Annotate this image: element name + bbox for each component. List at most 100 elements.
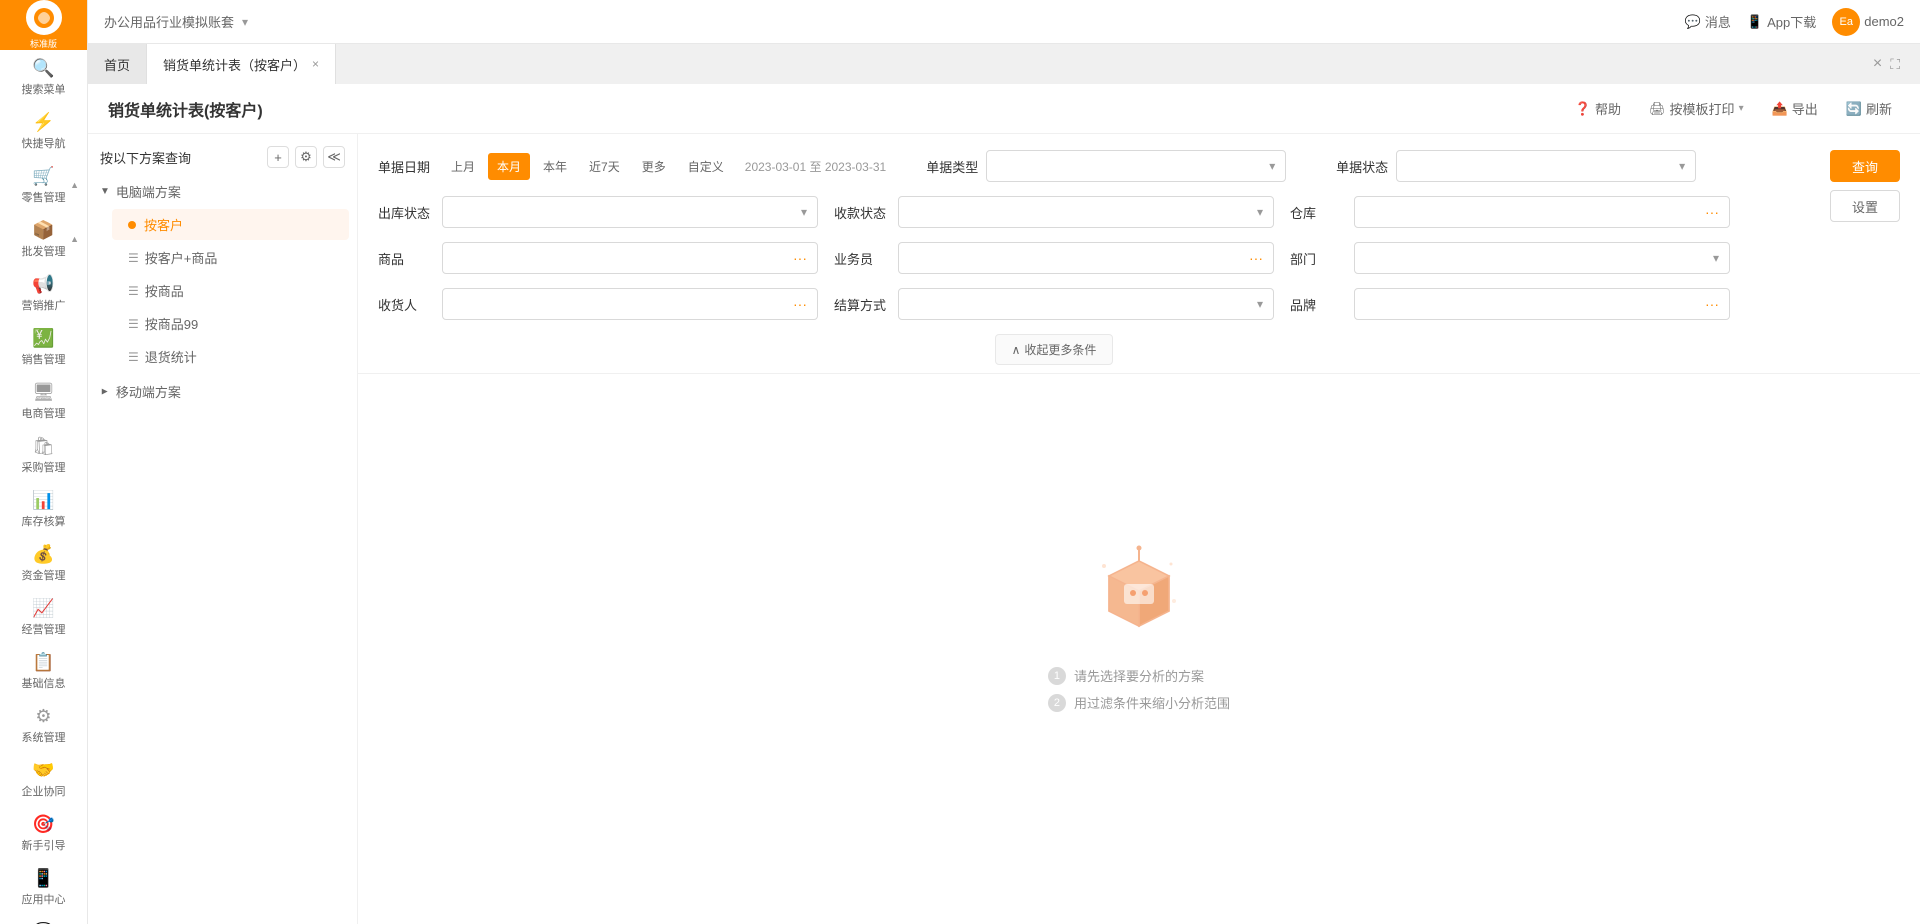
sidebar-item-marketing[interactable]: 📢 营销推广 <box>0 266 87 320</box>
date-btn-this-month[interactable]: 本月 <box>488 153 530 180</box>
help-button[interactable]: ❓ 帮助 <box>1567 95 1629 122</box>
tab-bar: 首页 销货单统计表（按客户） × × ⛶ <box>88 44 1920 84</box>
scheme-item-label: 退货统计 <box>145 347 197 366</box>
scheme-settings-button[interactable]: ⚙ <box>295 146 317 168</box>
goods-input[interactable]: ··· <box>442 242 818 274</box>
payment-method-label: 结算方式 <box>834 295 890 314</box>
salesperson-label: 业务员 <box>834 249 890 268</box>
operation-icon: 📈 <box>32 598 54 619</box>
sidebar-item-finance[interactable]: 💰 资金管理 <box>0 536 87 590</box>
scheme-section-mobile-title[interactable]: ▼ 移动端方案 <box>88 376 357 407</box>
brand-more-icon[interactable]: ··· <box>1705 296 1719 312</box>
recipient-input[interactable]: ··· <box>442 288 818 320</box>
tab-sales-stats[interactable]: 销货单统计表（按客户） × <box>147 44 336 84</box>
payment-status-dropdown: ▾ <box>1257 205 1263 219</box>
quicknav-icon: ⚡ <box>32 112 54 133</box>
sidebar-item-purchase[interactable]: 🛍 采购管理 <box>0 428 87 482</box>
department-input[interactable]: ▾ <box>1354 242 1730 274</box>
scheme-item-by-customer-goods[interactable]: ☰ 按客户+商品 <box>112 242 349 273</box>
scheme-collapse-button[interactable]: ≪ <box>323 146 345 168</box>
date-btn-last-7[interactable]: 近7天 <box>580 153 629 180</box>
sidebar-item-wechat[interactable]: 💬 企业微信 <box>0 914 87 924</box>
date-btn-more[interactable]: 更多 <box>633 153 675 180</box>
message-icon: 💬 <box>1685 14 1701 30</box>
date-btn-this-year[interactable]: 本年 <box>534 153 576 180</box>
user-menu[interactable]: Ea demo2 <box>1832 8 1904 36</box>
sidebar-item-basic[interactable]: 📋 基础信息 <box>0 644 87 698</box>
scheme-section-desktop-items: 按客户 ☰ 按客户+商品 ☰ 按商品 <box>88 209 357 372</box>
filter-item-warehouse: 仓库 ··· <box>1290 196 1730 228</box>
date-filter-row: 单据日期 上月 本月 本年 近7天 更多 自定义 2023-03-01 至 20… <box>378 150 1730 182</box>
sidebar-item-operation[interactable]: 📈 经营管理 <box>0 590 87 644</box>
goods-more-icon[interactable]: ··· <box>793 250 807 266</box>
date-label: 单据日期 <box>378 157 434 176</box>
tab-close-button[interactable]: × <box>312 57 319 71</box>
sidebar-item-cooperation[interactable]: 🤝 企业协同 <box>0 752 87 806</box>
sidebar-item-label: 采购管理 <box>22 459 66 475</box>
empty-tip-2: 2 用过滤条件来缩小分析范围 <box>1048 693 1230 712</box>
logo-icon <box>26 0 62 35</box>
filter-area: 单据日期 上月 本月 本年 近7天 更多 自定义 2023-03-01 至 20… <box>358 134 1830 365</box>
print-button[interactable]: 🖨 按模板打印 ▾ <box>1641 95 1752 122</box>
salesperson-more-icon[interactable]: ··· <box>1249 250 1263 266</box>
scheme-section-desktop-title[interactable]: ▼ 电脑端方案 <box>88 176 357 207</box>
warehouse-status-input[interactable]: ▾ <box>442 196 818 228</box>
scheme-item-by-goods[interactable]: ☰ 按商品 <box>112 275 349 306</box>
home-tab-label: 首页 <box>104 55 130 74</box>
collapse-button[interactable]: ∧ 收起更多条件 <box>995 334 1114 365</box>
scheme-item-by-goods-99[interactable]: ☰ 按商品99 <box>112 308 349 339</box>
sidebar-item-search[interactable]: 🔍 搜索菜单 <box>0 50 87 104</box>
filter-item-payment-status: 收款状态 ▾ <box>834 196 1274 228</box>
settings-button[interactable]: 设置 <box>1830 190 1900 222</box>
payment-method-dropdown: ▾ <box>1257 297 1263 311</box>
filter-row-1: 出库状态 ▾ 收款状态 <box>378 196 1730 228</box>
doc-status-input[interactable]: ▾ <box>1396 150 1696 182</box>
app-download-button[interactable]: 📱 App下载 <box>1747 12 1816 31</box>
payment-method-input[interactable]: ▾ <box>898 288 1274 320</box>
recipient-more-icon[interactable]: ··· <box>793 296 807 312</box>
sidebar-item-wholesale[interactable]: 📦 批发管理 ▲ <box>0 212 87 266</box>
export-button[interactable]: 📤 导出 <box>1764 95 1826 122</box>
message-button[interactable]: 💬 消息 <box>1685 12 1731 31</box>
workspace-dropdown-icon[interactable]: ▾ <box>242 15 248 29</box>
sidebar-item-inventory[interactable]: 📊 库存核算 <box>0 482 87 536</box>
sidebar-item-label: 系统管理 <box>22 729 66 745</box>
refresh-button[interactable]: 🔄 刷新 <box>1838 95 1900 122</box>
sidebar-item-sales[interactable]: 💹 销售管理 <box>0 320 87 374</box>
top-header: 办公用品行业模拟账套 ▾ 💬 消息 📱 App下载 Ea demo2 <box>88 0 1920 44</box>
brand-input[interactable]: ··· <box>1354 288 1730 320</box>
app-download-label: App下载 <box>1767 12 1816 31</box>
date-btn-custom[interactable]: 自定义 <box>679 153 733 180</box>
sidebar-item-system[interactable]: ⚙ 系统管理 <box>0 698 87 752</box>
help-label: 帮助 <box>1595 99 1621 118</box>
basic-icon: 📋 <box>32 652 54 673</box>
filter-item-brand: 品牌 ··· <box>1290 288 1730 320</box>
window-maximize-button[interactable]: ⛶ <box>1890 56 1900 73</box>
print-dropdown-icon: ▾ <box>1739 103 1744 114</box>
scheme-item-by-customer[interactable]: 按客户 <box>112 209 349 240</box>
doc-type-input[interactable]: ▾ <box>986 150 1286 182</box>
date-btn-last-month[interactable]: 上月 <box>442 153 484 180</box>
content-body: 按以下方案查询 + ⚙ ≪ ▼ 电脑端方案 <box>88 134 1920 924</box>
page-title: 销货单统计表(按客户) <box>108 97 263 121</box>
window-close-button[interactable]: × <box>1873 55 1882 73</box>
tab-home[interactable]: 首页 <box>88 44 147 84</box>
sidebar-item-quick-nav[interactable]: ⚡ 快捷导航 <box>0 104 87 158</box>
scheme-item-icon: ☰ <box>128 251 139 265</box>
sidebar-item-guide[interactable]: 🎯 新手引导 <box>0 806 87 860</box>
logo[interactable]: 标准版 <box>0 0 87 50</box>
payment-status-input[interactable]: ▾ <box>898 196 1274 228</box>
salesperson-input[interactable]: ··· <box>898 242 1274 274</box>
query-button[interactable]: 查询 <box>1830 150 1900 182</box>
scheme-add-button[interactable]: + <box>267 146 289 168</box>
warehouse-more-icon[interactable]: ··· <box>1705 204 1719 220</box>
brand-label: 品牌 <box>1290 295 1346 314</box>
warehouse-input[interactable]: ··· <box>1354 196 1730 228</box>
department-label: 部门 <box>1290 249 1346 268</box>
sidebar-item-app-center[interactable]: 📱 应用中心 <box>0 860 87 914</box>
avatar-initials: Ea <box>1840 16 1853 28</box>
sidebar-item-ecommerce[interactable]: 🖥 电商管理 <box>0 374 87 428</box>
header-right: 💬 消息 📱 App下载 Ea demo2 <box>1685 8 1904 36</box>
scheme-item-return-stats[interactable]: ☰ 退货统计 <box>112 341 349 372</box>
sidebar-item-retail[interactable]: 🛒 零售管理 ▲ <box>0 158 87 212</box>
